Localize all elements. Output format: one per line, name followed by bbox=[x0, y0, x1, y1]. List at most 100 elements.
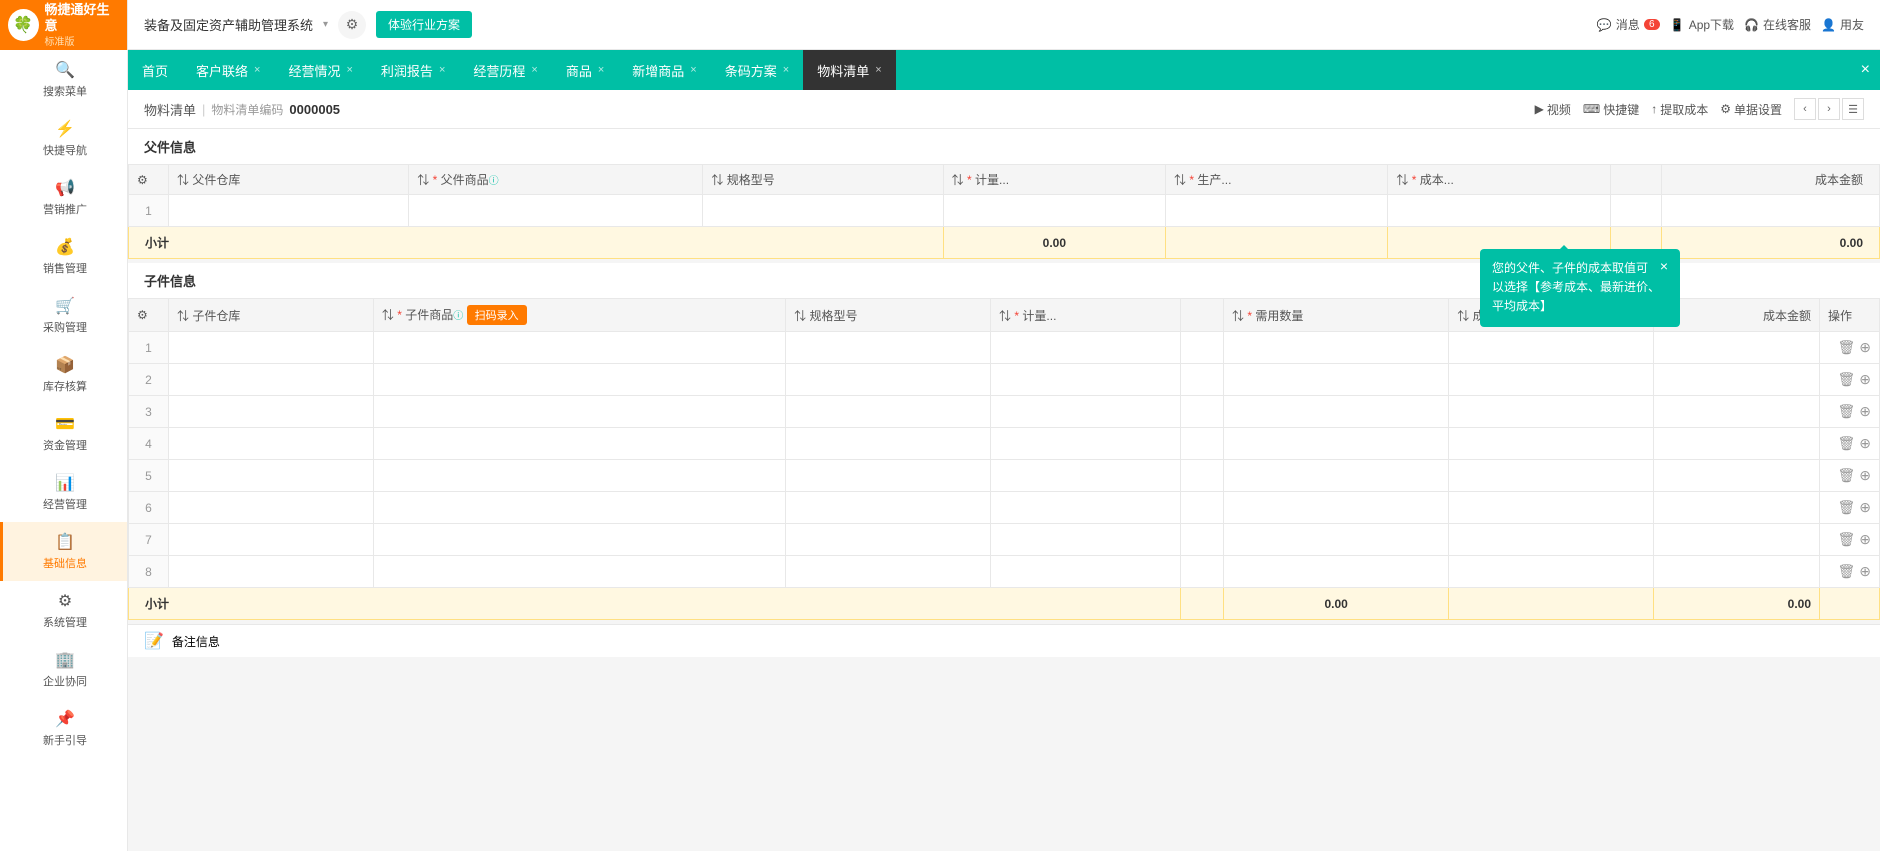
extract-cost-button[interactable]: ↑ 提取成本 bbox=[1651, 101, 1708, 118]
child-cell-quantity-6[interactable] bbox=[1223, 492, 1448, 524]
parent-cell-cost-1[interactable] bbox=[1388, 195, 1610, 227]
parent-cell-spec-1[interactable] bbox=[703, 195, 943, 227]
child-cell-unit-4[interactable] bbox=[991, 428, 1181, 460]
tab-home[interactable]: 首页 bbox=[128, 50, 182, 90]
sidebar-item-sales[interactable]: 💰 销售管理 bbox=[0, 227, 127, 286]
child-cell-warehouse-6[interactable] bbox=[169, 492, 374, 524]
tab-customers-close[interactable]: × bbox=[254, 64, 260, 76]
copy-row-5[interactable]: ⊕ bbox=[1859, 467, 1871, 484]
child-cell-warehouse-7[interactable] bbox=[169, 524, 374, 556]
parent-cell-warehouse-1[interactable] bbox=[169, 195, 409, 227]
child-cell-unit-cost-1[interactable] bbox=[1449, 332, 1654, 364]
sidebar-item-inventory[interactable]: 📦 库存核算 bbox=[0, 345, 127, 404]
child-cell-spec-4[interactable] bbox=[786, 428, 991, 460]
child-cell-quantity-8[interactable] bbox=[1223, 556, 1448, 588]
tab-products-close[interactable]: × bbox=[598, 64, 604, 76]
child-cell-quantity-5[interactable] bbox=[1223, 460, 1448, 492]
tab-biz-history-close[interactable]: × bbox=[531, 64, 537, 76]
child-cell-unit-1[interactable] bbox=[991, 332, 1181, 364]
next-page-button[interactable]: › bbox=[1818, 98, 1840, 120]
child-cell-quantity-7[interactable] bbox=[1223, 524, 1448, 556]
sidebar-item-enterprise[interactable]: 🏢 企业协同 bbox=[0, 640, 127, 699]
child-cell-quantity-2[interactable] bbox=[1223, 364, 1448, 396]
child-cell-product-5[interactable] bbox=[373, 460, 785, 492]
child-cell-warehouse-5[interactable] bbox=[169, 460, 374, 492]
sidebar-item-marketing[interactable]: 📢 营销推广 bbox=[0, 168, 127, 227]
child-cell-unit-cost-2[interactable] bbox=[1449, 364, 1654, 396]
tab-operations-close[interactable]: × bbox=[346, 64, 352, 76]
view-video-button[interactable]: ▶ 视频 bbox=[1535, 101, 1571, 118]
sidebar-item-purchase[interactable]: 🛒 采购管理 bbox=[0, 286, 127, 345]
child-cell-product-2[interactable] bbox=[373, 364, 785, 396]
child-cell-spec-7[interactable] bbox=[786, 524, 991, 556]
child-cell-unit-cost-8[interactable] bbox=[1449, 556, 1654, 588]
child-cell-quantity-4[interactable] bbox=[1223, 428, 1448, 460]
child-cell-unit-2[interactable] bbox=[991, 364, 1181, 396]
sidebar-item-system[interactable]: ⚙ 系统管理 bbox=[0, 581, 127, 640]
tab-products[interactable]: 商品 × bbox=[552, 50, 618, 90]
list-view-button[interactable]: ☰ bbox=[1842, 98, 1864, 120]
scan-input-button[interactable]: 扫码录入 bbox=[467, 305, 527, 325]
tab-new-product[interactable]: 新增商品 × bbox=[618, 50, 710, 90]
experience-button[interactable]: 体验行业方案 bbox=[376, 11, 472, 38]
child-cell-spec-2[interactable] bbox=[786, 364, 991, 396]
tab-biz-history[interactable]: 经营历程 × bbox=[459, 50, 551, 90]
tab-barcode[interactable]: 条码方案 × bbox=[711, 50, 803, 90]
child-cell-warehouse-2[interactable] bbox=[169, 364, 374, 396]
sidebar-item-quick-nav[interactable]: ⚡ 快捷导航 bbox=[0, 109, 127, 168]
tab-profit-close[interactable]: × bbox=[439, 64, 445, 76]
prev-page-button[interactable]: ‹ bbox=[1794, 98, 1816, 120]
app-download-button[interactable]: 📱 App下载 bbox=[1670, 16, 1734, 33]
child-cell-spec-1[interactable] bbox=[786, 332, 991, 364]
tab-barcode-close[interactable]: × bbox=[783, 64, 789, 76]
child-cell-unit-cost-7[interactable] bbox=[1449, 524, 1654, 556]
child-cell-warehouse-3[interactable] bbox=[169, 396, 374, 428]
delete-row-1[interactable]: 🗑 bbox=[1837, 339, 1855, 356]
online-service-button[interactable]: 🎧 在线客服 bbox=[1744, 16, 1811, 33]
child-cell-product-4[interactable] bbox=[373, 428, 785, 460]
child-cell-unit-5[interactable] bbox=[991, 460, 1181, 492]
copy-row-3[interactable]: ⊕ bbox=[1859, 403, 1871, 420]
parent-cell-production-1[interactable] bbox=[1166, 195, 1388, 227]
delete-row-5[interactable]: 🗑 bbox=[1837, 467, 1855, 484]
child-cell-spec-5[interactable] bbox=[786, 460, 991, 492]
delete-row-4[interactable]: 🗑 bbox=[1837, 435, 1855, 452]
child-cell-quantity-3[interactable] bbox=[1223, 396, 1448, 428]
sidebar-item-finance[interactable]: 💳 资金管理 bbox=[0, 404, 127, 463]
child-cell-product-8[interactable] bbox=[373, 556, 785, 588]
sidebar-item-basic-info[interactable]: 📋 基础信息 bbox=[0, 522, 127, 581]
copy-row-1[interactable]: ⊕ bbox=[1859, 339, 1871, 356]
delete-row-7[interactable]: 🗑 bbox=[1837, 531, 1855, 548]
message-button[interactable]: 💬 消息 6 bbox=[1597, 16, 1660, 33]
tooltip-close-button[interactable]: × bbox=[1660, 259, 1668, 273]
tab-bom[interactable]: 物料清单 × bbox=[803, 50, 895, 90]
system-dropdown-arrow[interactable]: ▾ bbox=[323, 19, 328, 30]
child-cell-spec-3[interactable] bbox=[786, 396, 991, 428]
shortcut-button[interactable]: ⌨ 快捷键 bbox=[1583, 101, 1639, 118]
user-button[interactable]: 👤 用友 bbox=[1821, 16, 1864, 33]
sidebar-item-search[interactable]: 🔍 搜索菜单 bbox=[0, 50, 127, 109]
child-cell-unit-cost-4[interactable] bbox=[1449, 428, 1654, 460]
child-cell-quantity-1[interactable] bbox=[1223, 332, 1448, 364]
tab-new-product-close[interactable]: × bbox=[690, 64, 696, 76]
parent-col-settings[interactable]: ⚙ bbox=[129, 165, 169, 195]
copy-row-6[interactable]: ⊕ bbox=[1859, 499, 1871, 516]
child-cell-unit-cost-3[interactable] bbox=[1449, 396, 1654, 428]
child-cell-unit-cost-5[interactable] bbox=[1449, 460, 1654, 492]
copy-row-8[interactable]: ⊕ bbox=[1859, 563, 1871, 580]
child-cell-unit-7[interactable] bbox=[991, 524, 1181, 556]
tab-bom-close[interactable]: × bbox=[875, 64, 881, 76]
sidebar-item-operations[interactable]: 📊 经营管理 bbox=[0, 463, 127, 522]
tab-customers[interactable]: 客户联络 × bbox=[182, 50, 274, 90]
tab-operations[interactable]: 经营情况 × bbox=[274, 50, 366, 90]
parent-cell-unit-1[interactable] bbox=[943, 195, 1165, 227]
child-cell-warehouse-4[interactable] bbox=[169, 428, 374, 460]
child-cell-warehouse-8[interactable] bbox=[169, 556, 374, 588]
delete-row-3[interactable]: 🗑 bbox=[1837, 403, 1855, 420]
breadcrumb-link[interactable]: 物料清单 bbox=[144, 100, 196, 119]
child-cell-product-7[interactable] bbox=[373, 524, 785, 556]
child-cell-unit-8[interactable] bbox=[991, 556, 1181, 588]
copy-row-2[interactable]: ⊕ bbox=[1859, 371, 1871, 388]
delete-row-8[interactable]: 🗑 bbox=[1837, 563, 1855, 580]
child-cell-product-1[interactable] bbox=[373, 332, 785, 364]
